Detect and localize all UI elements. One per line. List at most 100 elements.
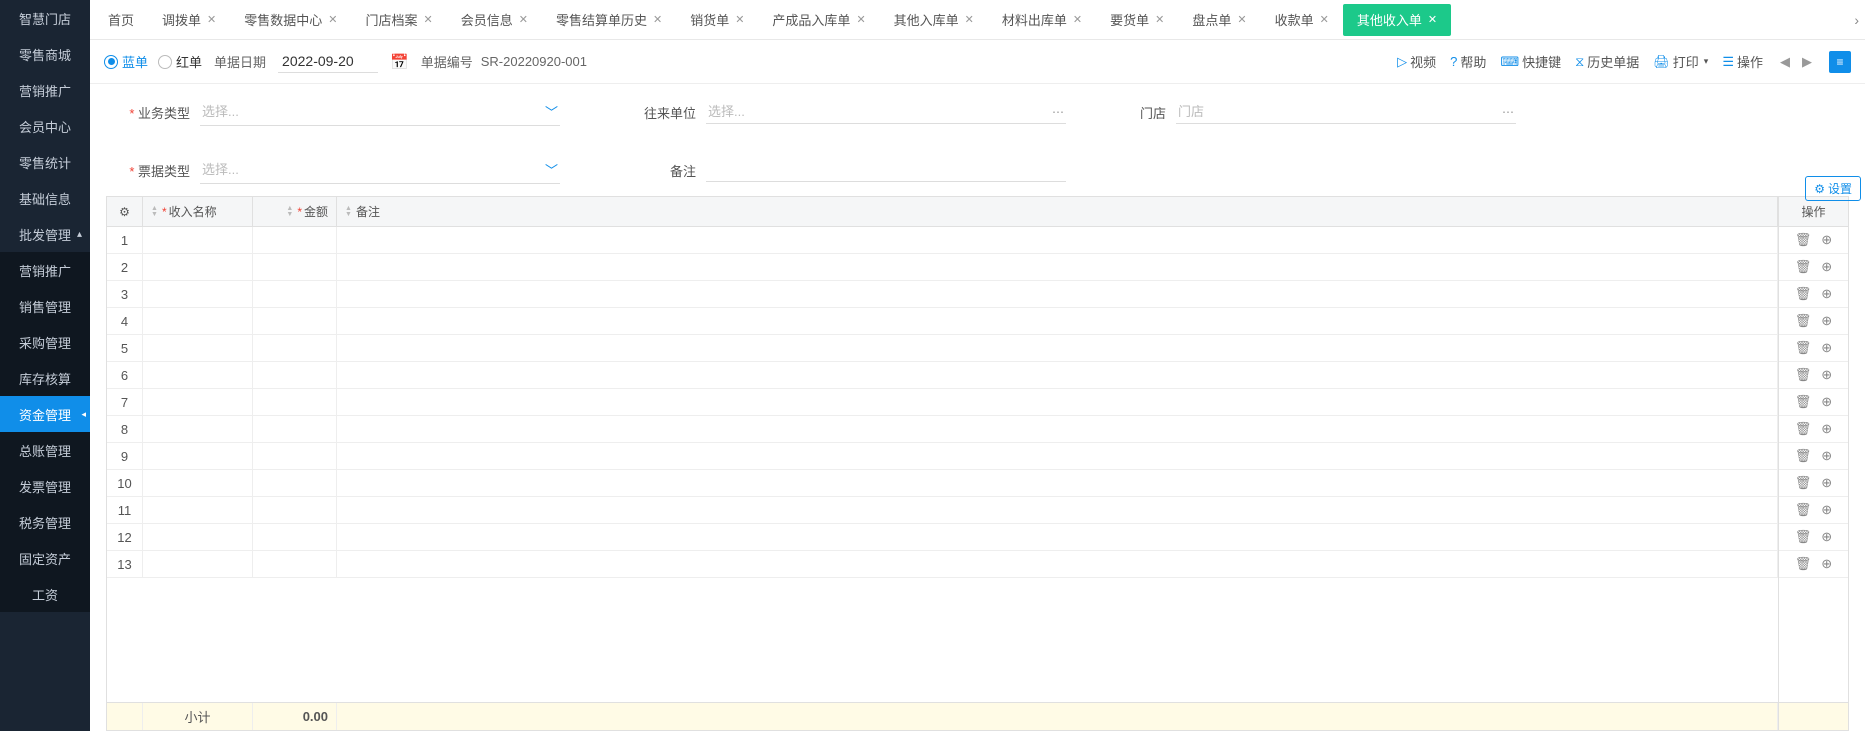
close-icon[interactable]: ✕ [1320,13,1329,26]
cell-note[interactable] [337,281,1778,307]
delete-row-icon[interactable]: 🗑 [1795,286,1812,302]
close-icon[interactable]: ✕ [207,13,216,26]
tab-销货单[interactable]: 销货单✕ [676,0,758,40]
table-row[interactable]: 8 [107,416,1778,443]
cell-note[interactable] [337,551,1778,577]
cell-amount[interactable] [253,254,337,280]
cell-note[interactable] [337,227,1778,253]
store-select[interactable]: ⋯ [1176,100,1516,124]
invoice-type-select[interactable]: ﹀ [200,156,560,184]
add-row-icon[interactable]: ⊕ [1821,502,1832,518]
close-icon[interactable]: ✕ [1237,13,1246,26]
sidebar-item-baseinfo[interactable]: 基础信息 [0,180,90,216]
add-row-icon[interactable]: ⊕ [1821,232,1832,248]
cell-amount[interactable] [253,281,337,307]
prev-button[interactable]: ◀ [1777,54,1793,70]
shortcut-button[interactable]: ⌨快捷键 [1500,52,1561,71]
table-row[interactable]: 12 [107,524,1778,551]
cell-name[interactable] [143,524,253,550]
cell-name[interactable] [143,281,253,307]
delete-row-icon[interactable]: 🗑 [1795,232,1812,248]
add-row-icon[interactable]: ⊕ [1821,448,1832,464]
cell-name[interactable] [143,254,253,280]
biz-type-input[interactable] [202,104,541,119]
cell-amount[interactable] [253,524,337,550]
cell-note[interactable] [337,497,1778,523]
settings-button[interactable]: ⚙设置 [1805,176,1861,201]
delete-row-icon[interactable]: 🗑 [1795,259,1812,275]
sidebar-item-marketing2[interactable]: 营销推广 [0,252,90,288]
tab-零售数据中心[interactable]: 零售数据中心✕ [230,0,351,40]
partner-select[interactable]: ⋯ [706,100,1066,124]
close-icon[interactable]: ✕ [519,13,528,26]
tab-盘点单[interactable]: 盘点单✕ [1178,0,1260,40]
cell-note[interactable] [337,362,1778,388]
grid-settings-header[interactable]: ⚙ [107,197,143,226]
help-button[interactable]: ?帮助 [1450,52,1486,71]
col-header-amount[interactable]: ▲▼*金额 [253,197,337,226]
sidebar-item-invoice[interactable]: 发票管理 [0,468,90,504]
operate-button[interactable]: ☰操作 [1722,52,1763,71]
table-row[interactable]: 1 [107,227,1778,254]
calendar-icon[interactable]: 📅 [390,53,409,71]
delete-row-icon[interactable]: 🗑 [1795,448,1812,464]
add-row-icon[interactable]: ⊕ [1821,475,1832,491]
cell-name[interactable] [143,551,253,577]
close-icon[interactable]: ✕ [424,13,433,26]
cell-name[interactable] [143,335,253,361]
bill-date-input[interactable] [278,50,378,73]
tab-门店档案[interactable]: 门店档案✕ [351,0,446,40]
sidebar-item-purchase[interactable]: 采购管理 [0,324,90,360]
invoice-type-input[interactable] [202,162,541,177]
close-icon[interactable]: ✕ [328,13,337,26]
tab-首页[interactable]: 首页 [94,0,148,40]
sidebar-item-fixedasset[interactable]: 固定资产 [0,540,90,576]
tabs-scroll-right-icon[interactable]: › [1854,12,1859,28]
delete-row-icon[interactable]: 🗑 [1795,556,1812,572]
table-row[interactable]: 3 [107,281,1778,308]
cell-note[interactable] [337,335,1778,361]
delete-row-icon[interactable]: 🗑 [1795,475,1812,491]
cell-amount[interactable] [253,497,337,523]
add-row-icon[interactable]: ⊕ [1821,421,1832,437]
close-icon[interactable]: ✕ [1073,13,1082,26]
cell-note[interactable] [337,389,1778,415]
sidebar-item-member[interactable]: 会员中心 [0,108,90,144]
tab-其他收入单[interactable]: 其他收入单✕ [1343,4,1451,36]
sidebar-item-smartstore[interactable]: 智慧门店 [0,0,90,36]
delete-row-icon[interactable]: 🗑 [1795,421,1812,437]
sidebar-item-retailmall[interactable]: 零售商城 [0,36,90,72]
cell-name[interactable] [143,443,253,469]
sidebar-item-tax[interactable]: 税务管理 [0,504,90,540]
radio-red[interactable]: 红单 [158,52,202,71]
cell-note[interactable] [337,416,1778,442]
sidebar-item-retailstats[interactable]: 零售统计 [0,144,90,180]
next-button[interactable]: ▶ [1799,54,1815,70]
partner-input[interactable] [708,104,1048,119]
cell-note[interactable] [337,524,1778,550]
cell-name[interactable] [143,389,253,415]
video-button[interactable]: ▷视频 [1397,52,1436,71]
tab-零售结算单历史[interactable]: 零售结算单历史✕ [542,0,676,40]
store-input[interactable] [1178,104,1498,119]
close-icon[interactable]: ✕ [735,13,744,26]
list-view-toggle[interactable]: ≡ [1829,51,1851,73]
cell-name[interactable] [143,497,253,523]
add-row-icon[interactable]: ⊕ [1821,313,1832,329]
print-button[interactable]: 🖨打印▾ [1653,52,1708,71]
col-header-name[interactable]: ▲▼*收入名称 [143,197,253,226]
remark-input[interactable] [708,162,1064,177]
table-row[interactable]: 6 [107,362,1778,389]
close-icon[interactable]: ✕ [856,13,865,26]
add-row-icon[interactable]: ⊕ [1821,367,1832,383]
add-row-icon[interactable]: ⊕ [1821,286,1832,302]
delete-row-icon[interactable]: 🗑 [1795,529,1812,545]
tab-要货单[interactable]: 要货单✕ [1096,0,1178,40]
cell-note[interactable] [337,308,1778,334]
tab-产成品入库单[interactable]: 产成品入库单✕ [758,0,879,40]
sidebar-item-marketing[interactable]: 营销推广 [0,72,90,108]
cell-amount[interactable] [253,389,337,415]
cell-note[interactable] [337,443,1778,469]
add-row-icon[interactable]: ⊕ [1821,340,1832,356]
delete-row-icon[interactable]: 🗑 [1795,502,1812,518]
